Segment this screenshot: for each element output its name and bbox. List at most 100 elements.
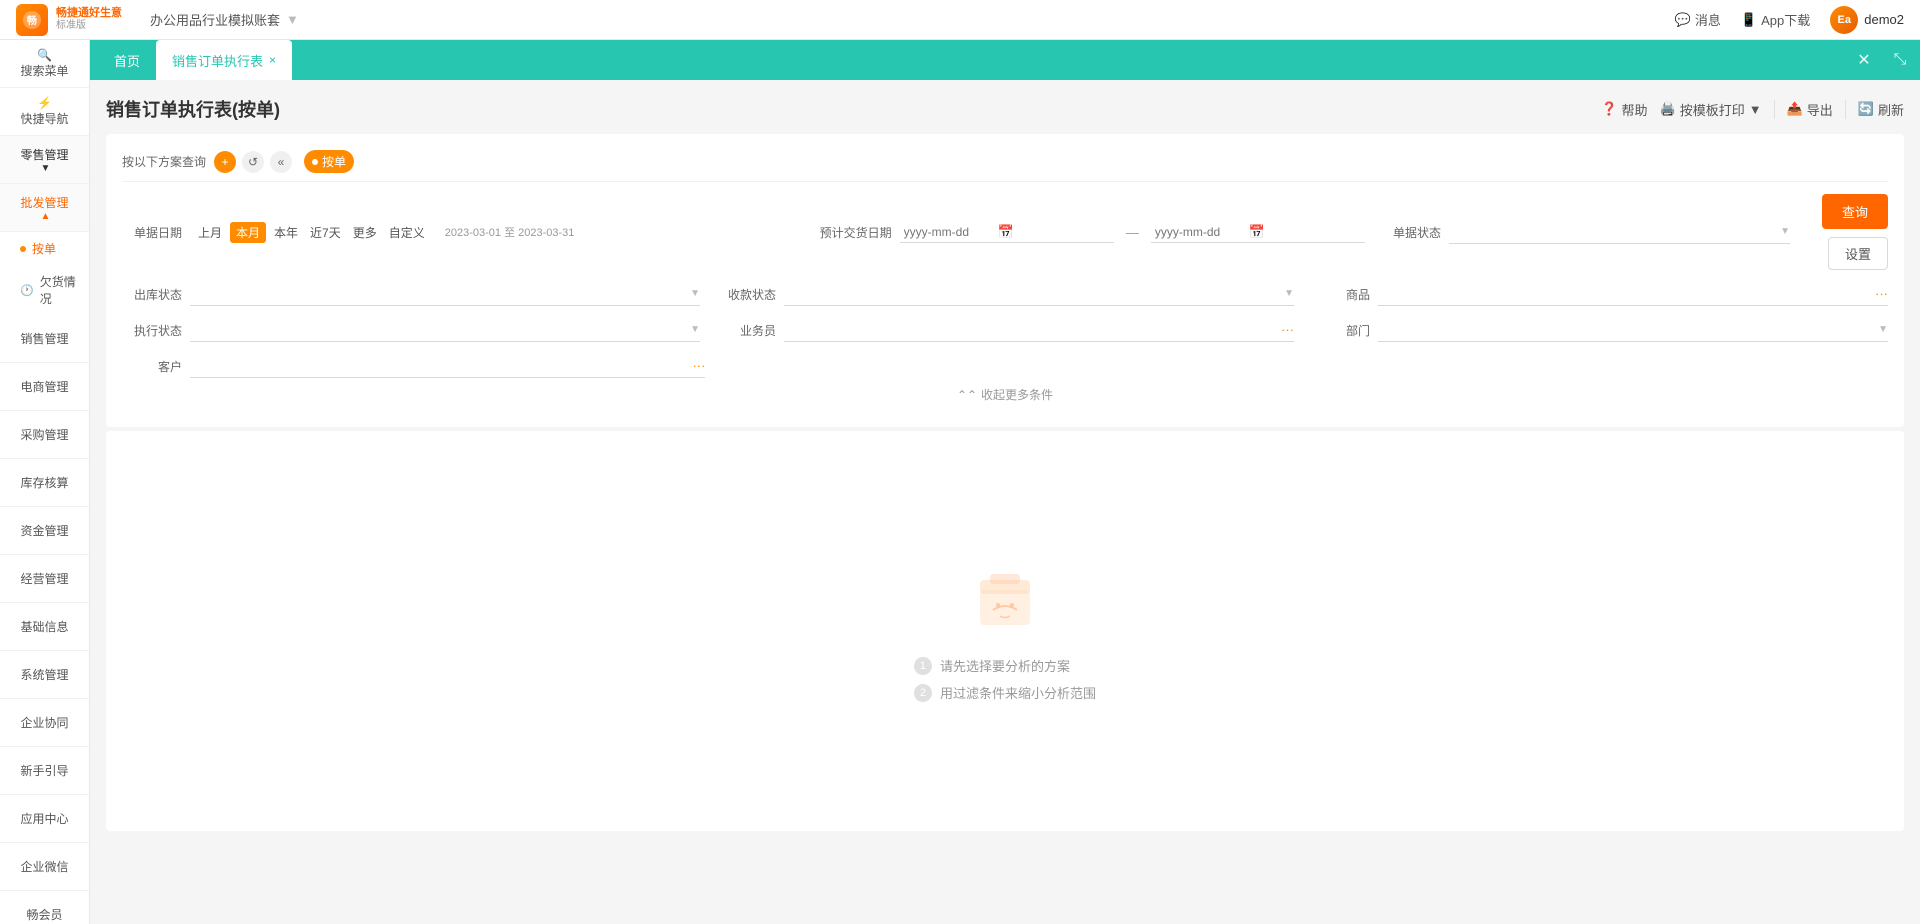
sidebar-item-enterprise[interactable]: 新手引导 <box>0 747 89 795</box>
date-shortcut-7days[interactable]: 近7天 <box>306 222 345 243</box>
product-input-area[interactable]: ··· <box>1378 282 1888 306</box>
filter-row-1: 单据日期 上月 本月 本年 近7天 更多 自定义 2023-03-01 至 20… <box>122 194 1888 270</box>
out-status-field: 出库状态 ▼ <box>122 283 700 306</box>
date-shortcut-current-year[interactable]: 本年 <box>270 222 302 243</box>
customer-input-area[interactable]: ··· <box>190 354 705 378</box>
query-button[interactable]: 查询 <box>1822 194 1888 229</box>
dept-label: 部门 <box>1310 322 1370 339</box>
scheme-nav-order-exec[interactable]: 按单 <box>304 150 354 173</box>
refresh-button[interactable]: 🔄 刷新 <box>1858 100 1904 119</box>
sidebar-item-system[interactable]: 企业协同 <box>0 699 89 747</box>
export-label: 导出 <box>1807 100 1833 119</box>
sidebar-item-finance[interactable]: 经营管理 <box>0 555 89 603</box>
exec-status-dropdown-area[interactable]: ▼ <box>190 319 700 342</box>
export-button[interactable]: 📤 导出 <box>1787 100 1846 119</box>
search-label: 搜索菜单 <box>4 62 85 79</box>
scheme-nav-items: 按单 <box>304 150 354 173</box>
add-scheme-button[interactable]: + <box>214 151 236 173</box>
exec-status-input[interactable] <box>190 323 686 337</box>
collapse-bar-label: 收起更多条件 <box>981 386 1053 403</box>
sidebar-item-marketing[interactable]: 销售管理 <box>0 315 89 363</box>
sidebar-item-wholesale[interactable]: 批发管理 ▲ <box>0 184 89 232</box>
tab-home[interactable]: 首页 <box>98 40 156 80</box>
salesman-field: 业务员 ··· <box>716 318 1294 342</box>
expected-date-start-input[interactable] <box>904 225 994 239</box>
product-input[interactable] <box>1378 287 1871 301</box>
exec-status-dropdown-icon[interactable]: ▼ <box>690 324 700 335</box>
breadcrumb-text: 办公用品行业模拟账套 <box>150 10 280 29</box>
sidebar-sub-order-exec[interactable]: 按单 <box>0 232 89 265</box>
date-shortcut-prev-month[interactable]: 上月 <box>194 222 226 243</box>
date-shortcut-custom[interactable]: 自定义 <box>385 222 429 243</box>
calendar-end-icon[interactable]: 📅 <box>1249 224 1265 240</box>
refresh-label: 刷新 <box>1878 100 1904 119</box>
page-title: 销售订单执行表(按单) <box>106 96 280 122</box>
mobile-icon: 📱 <box>1741 12 1757 28</box>
tab-close-all-button[interactable]: ✕ <box>1852 48 1876 72</box>
filter-row-4: 客户 ··· <box>122 354 1888 378</box>
product-more-icon[interactable]: ··· <box>1875 286 1888 301</box>
sidebar-item-newbie[interactable]: 应用中心 <box>0 795 89 843</box>
ecommerce-label: 采购管理 <box>20 426 68 443</box>
sidebar-item-search[interactable]: 🔍 搜索菜单 <box>0 40 89 88</box>
username-label: demo2 <box>1864 12 1904 27</box>
pay-status-field: 收款状态 ▼ <box>716 283 1294 306</box>
out-status-input[interactable] <box>190 287 686 301</box>
expected-date-end-input[interactable] <box>1155 225 1245 239</box>
dept-dropdown-icon[interactable]: ▼ <box>1878 324 1888 335</box>
status-dropdown-area[interactable]: ▼ <box>1449 221 1790 244</box>
salesman-label: 业务员 <box>716 322 776 339</box>
breadcrumb[interactable]: 办公用品行业模拟账套 ▼ <box>130 10 299 29</box>
status-input[interactable] <box>1449 225 1776 239</box>
refresh-scheme-button[interactable]: ↺ <box>242 151 264 173</box>
sidebar-item-retail[interactable]: 零售管理 ▼ <box>0 136 89 184</box>
tab-close-button[interactable]: × <box>269 54 276 66</box>
sidebar-item-ecommerce[interactable]: 采购管理 <box>0 411 89 459</box>
sidebar-item-inventory[interactable]: 资金管理 <box>0 507 89 555</box>
salesman-input-area[interactable]: ··· <box>784 318 1294 342</box>
sidebar-item-sales[interactable]: 电商管理 <box>0 363 89 411</box>
hint1-num: 1 <box>914 657 932 675</box>
app-download-action[interactable]: 📱 App下载 <box>1741 10 1810 29</box>
settings-button[interactable]: 设置 <box>1828 237 1888 270</box>
pay-status-input[interactable] <box>784 287 1280 301</box>
tab-sales-exec[interactable]: 销售订单执行表 × <box>156 40 292 80</box>
salesman-input[interactable] <box>784 323 1277 337</box>
product-field: 商品 ··· <box>1310 282 1888 306</box>
collapse-scheme-button[interactable]: « <box>270 151 292 173</box>
sidebar-item-wechat[interactable]: 畅会员 <box>0 891 89 924</box>
sidebar-sub-debt[interactable]: 🕐 欠货情况 <box>0 265 89 315</box>
empty-state-illustration <box>965 560 1045 640</box>
dept-input[interactable] <box>1378 323 1874 337</box>
message-action[interactable]: 💬 消息 <box>1675 10 1721 29</box>
sidebar-item-apps[interactable]: 企业微信 <box>0 843 89 891</box>
dept-dropdown-area[interactable]: ▼ <box>1378 319 1888 342</box>
filter-rows: 单据日期 上月 本月 本年 近7天 更多 自定义 2023-03-01 至 20… <box>122 194 1888 378</box>
calendar-start-icon[interactable]: 📅 <box>998 224 1014 240</box>
salesman-more-icon[interactable]: ··· <box>1281 322 1294 337</box>
date-shortcut-more[interactable]: 更多 <box>349 222 381 243</box>
out-status-dropdown-icon[interactable]: ▼ <box>690 288 700 299</box>
sidebar-item-operations[interactable]: 基础信息 <box>0 603 89 651</box>
quicknav-label: 快捷导航 <box>4 110 85 127</box>
tab-maximize-button[interactable]: ⤡ <box>1888 48 1912 72</box>
customer-more-icon[interactable]: ··· <box>692 358 705 373</box>
sidebar-item-basic[interactable]: 系统管理 <box>0 651 89 699</box>
apps-label: 企业微信 <box>20 858 68 875</box>
sidebar-item-purchase[interactable]: 库存核算 <box>0 459 89 507</box>
print-button[interactable]: 🖨️ 按模板打印 ▼ <box>1660 100 1775 119</box>
debt-label: 欠货情况 <box>40 273 79 307</box>
sidebar-item-quicknav[interactable]: ⚡ 快捷导航 <box>0 88 89 136</box>
tab-bar-actions: ✕ ⤡ <box>1852 48 1912 72</box>
date-shortcut-current-month[interactable]: 本月 <box>230 222 266 243</box>
user-avatar-block[interactable]: Ea demo2 <box>1830 6 1904 34</box>
system-label: 企业协同 <box>20 714 68 731</box>
out-status-dropdown-area[interactable]: ▼ <box>190 283 700 306</box>
help-button[interactable]: ❓ 帮助 <box>1601 100 1647 119</box>
customer-input[interactable] <box>190 359 688 373</box>
status-dropdown-icon[interactable]: ▼ <box>1780 226 1790 237</box>
pay-status-dropdown-icon[interactable]: ▼ <box>1284 288 1294 299</box>
pay-status-dropdown-area[interactable]: ▼ <box>784 283 1294 306</box>
collapse-bar[interactable]: ⌃⌃ 收起更多条件 <box>122 378 1888 411</box>
scheme-label: 按以下方案查询 <box>122 153 206 170</box>
